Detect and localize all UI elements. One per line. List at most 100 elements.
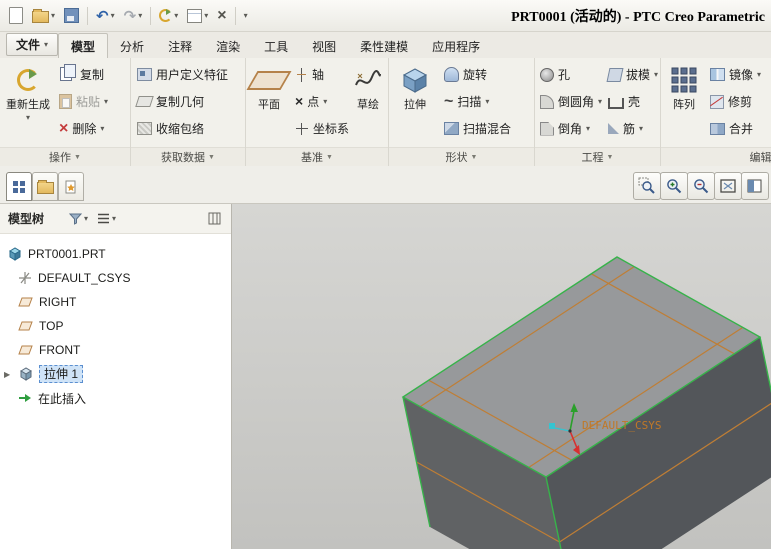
paste-button[interactable]: 粘贴: [56, 88, 111, 115]
tree-filter-button[interactable]: [67, 211, 90, 226]
group-engineering-text: 工程: [581, 152, 604, 164]
extrude-icon: [402, 68, 428, 93]
hole-icon: [540, 67, 554, 82]
window-button[interactable]: [184, 4, 211, 28]
datum-plane-icon: [18, 345, 33, 355]
shell-button[interactable]: 壳: [605, 88, 661, 115]
group-label-shapes[interactable]: 形状: [389, 147, 534, 166]
zoom-out-button[interactable]: [687, 172, 715, 200]
tree-item-label: 在此插入: [38, 391, 87, 406]
rib-button[interactable]: 筋: [605, 115, 661, 142]
graphics-viewport[interactable]: DEFAULT_CSYS: [232, 204, 771, 549]
tree-item-top-plane[interactable]: TOP: [0, 314, 231, 338]
tab-analysis[interactable]: 分析: [108, 34, 156, 58]
datum-plane-icon: [18, 321, 33, 331]
tree-settings-button[interactable]: [95, 211, 118, 226]
open-file-button[interactable]: [29, 4, 58, 28]
merge-button[interactable]: 合并: [707, 115, 764, 142]
tab-applications-label: 应用程序: [432, 39, 481, 54]
trim-button[interactable]: 修剪: [707, 88, 764, 115]
mirror-icon: [710, 68, 725, 81]
group-label-datum[interactable]: 基准: [246, 147, 388, 166]
csys-label: 坐标系: [313, 122, 350, 136]
hole-button[interactable]: 孔: [537, 61, 605, 88]
undo-icon: [96, 7, 109, 25]
navtab-favorites[interactable]: [58, 172, 84, 201]
repaint-button[interactable]: [741, 172, 769, 200]
tab-flexible-modeling[interactable]: 柔性建模: [348, 34, 420, 58]
point-icon: [295, 94, 303, 109]
tab-tools[interactable]: 工具: [252, 34, 300, 58]
undo-button[interactable]: [93, 4, 118, 28]
model-scene[interactable]: DEFAULT_CSYS: [232, 204, 771, 549]
tree-item-front-plane[interactable]: FRONT: [0, 338, 231, 362]
zoom-window-button[interactable]: [633, 172, 661, 200]
shrinkwrap-button[interactable]: 收缩包络: [134, 115, 231, 142]
group-label-operations[interactable]: 操作: [0, 147, 130, 166]
toolbar-options-button[interactable]: [241, 4, 251, 28]
revolve-button[interactable]: 旋转: [441, 61, 514, 88]
draft-button[interactable]: 拔模: [605, 61, 661, 88]
zoom-in-button[interactable]: [660, 172, 688, 200]
tab-render[interactable]: 渲染: [204, 34, 252, 58]
tree-item-label: TOP: [39, 319, 64, 333]
udf-button[interactable]: 用户定义特征: [134, 61, 231, 88]
csys-icon: [19, 272, 31, 284]
save-button[interactable]: [61, 4, 82, 28]
tab-model[interactable]: 模型: [58, 33, 109, 58]
tree-item-right-plane[interactable]: RIGHT: [0, 290, 231, 314]
tree-item-extrude-1[interactable]: 拉伸 1: [0, 362, 231, 386]
point-button[interactable]: 点: [292, 88, 352, 115]
group-label-get-data[interactable]: 获取数据: [131, 147, 245, 166]
ribbon-tab-bar: 文件 模型 分析 注释 渲染 工具 视图 柔性建模 应用程序: [0, 32, 771, 58]
window-title: PRT0001 (活动的) - PTC Creo Parametric: [511, 9, 765, 25]
group-label-editing[interactable]: 编辑: [661, 147, 771, 166]
tab-view[interactable]: 视图: [300, 34, 348, 58]
delete-button[interactable]: 删除: [56, 115, 111, 142]
sketch-icon: [355, 70, 381, 86]
copy-geometry-button[interactable]: 复制几何: [134, 88, 231, 115]
plane-button[interactable]: 平面: [246, 60, 292, 146]
mirror-label: 镜像: [729, 68, 754, 82]
group-label-engineering[interactable]: 工程: [535, 147, 660, 166]
round-button[interactable]: 倒圆角: [537, 88, 605, 115]
group-shapes-text: 形状: [445, 152, 468, 164]
tree-columns-button[interactable]: [206, 211, 223, 226]
dropdown-caret-icon: [174, 12, 178, 20]
pattern-button[interactable]: 阵列: [663, 60, 705, 146]
refit-button[interactable]: [714, 172, 742, 200]
tree-item-default-csys[interactable]: DEFAULT_CSYS: [0, 266, 231, 290]
model-tree-icon: [13, 180, 25, 193]
dropdown-caret-icon: [598, 98, 602, 106]
swept-blend-button[interactable]: 扫描混合: [441, 115, 514, 142]
coordinate-system-icon: [295, 122, 309, 136]
extrude-button[interactable]: 拉伸: [393, 60, 437, 146]
redo-button[interactable]: [121, 4, 146, 28]
group-datum-text: 基准: [301, 152, 324, 164]
file-menu-button[interactable]: 文件: [6, 33, 59, 56]
chamfer-button[interactable]: 倒角: [537, 115, 605, 142]
pattern-icon: [671, 67, 697, 93]
tab-annotate[interactable]: 注释: [156, 34, 204, 58]
tab-applications[interactable]: 应用程序: [420, 34, 492, 58]
merge-label: 合并: [729, 122, 754, 136]
sweep-button[interactable]: 扫描: [441, 88, 514, 115]
copy-button[interactable]: 复制: [56, 61, 111, 88]
csys-button[interactable]: 坐标系: [292, 115, 352, 142]
mirror-button[interactable]: 镜像: [707, 61, 764, 88]
sketch-button[interactable]: 草绘: [348, 60, 388, 146]
navtab-model-tree[interactable]: [6, 172, 32, 201]
close-window-button[interactable]: [214, 4, 229, 28]
shrinkwrap-icon: [137, 122, 152, 135]
tree-item-insert-here[interactable]: 在此插入: [0, 386, 231, 410]
expander-icon[interactable]: [4, 370, 13, 379]
tab-analysis-label: 分析: [120, 39, 145, 54]
delete-label: 删除: [72, 122, 97, 136]
zoom-in-icon: [667, 179, 682, 194]
new-file-button[interactable]: [6, 4, 26, 28]
navtab-folder-browser[interactable]: [32, 172, 58, 201]
regenerate-button[interactable]: 重新生成: [2, 60, 54, 146]
axis-button[interactable]: 轴: [292, 61, 352, 88]
tree-item-part[interactable]: PRT0001.PRT: [0, 242, 231, 266]
regenerate-quick-button[interactable]: [156, 4, 181, 28]
